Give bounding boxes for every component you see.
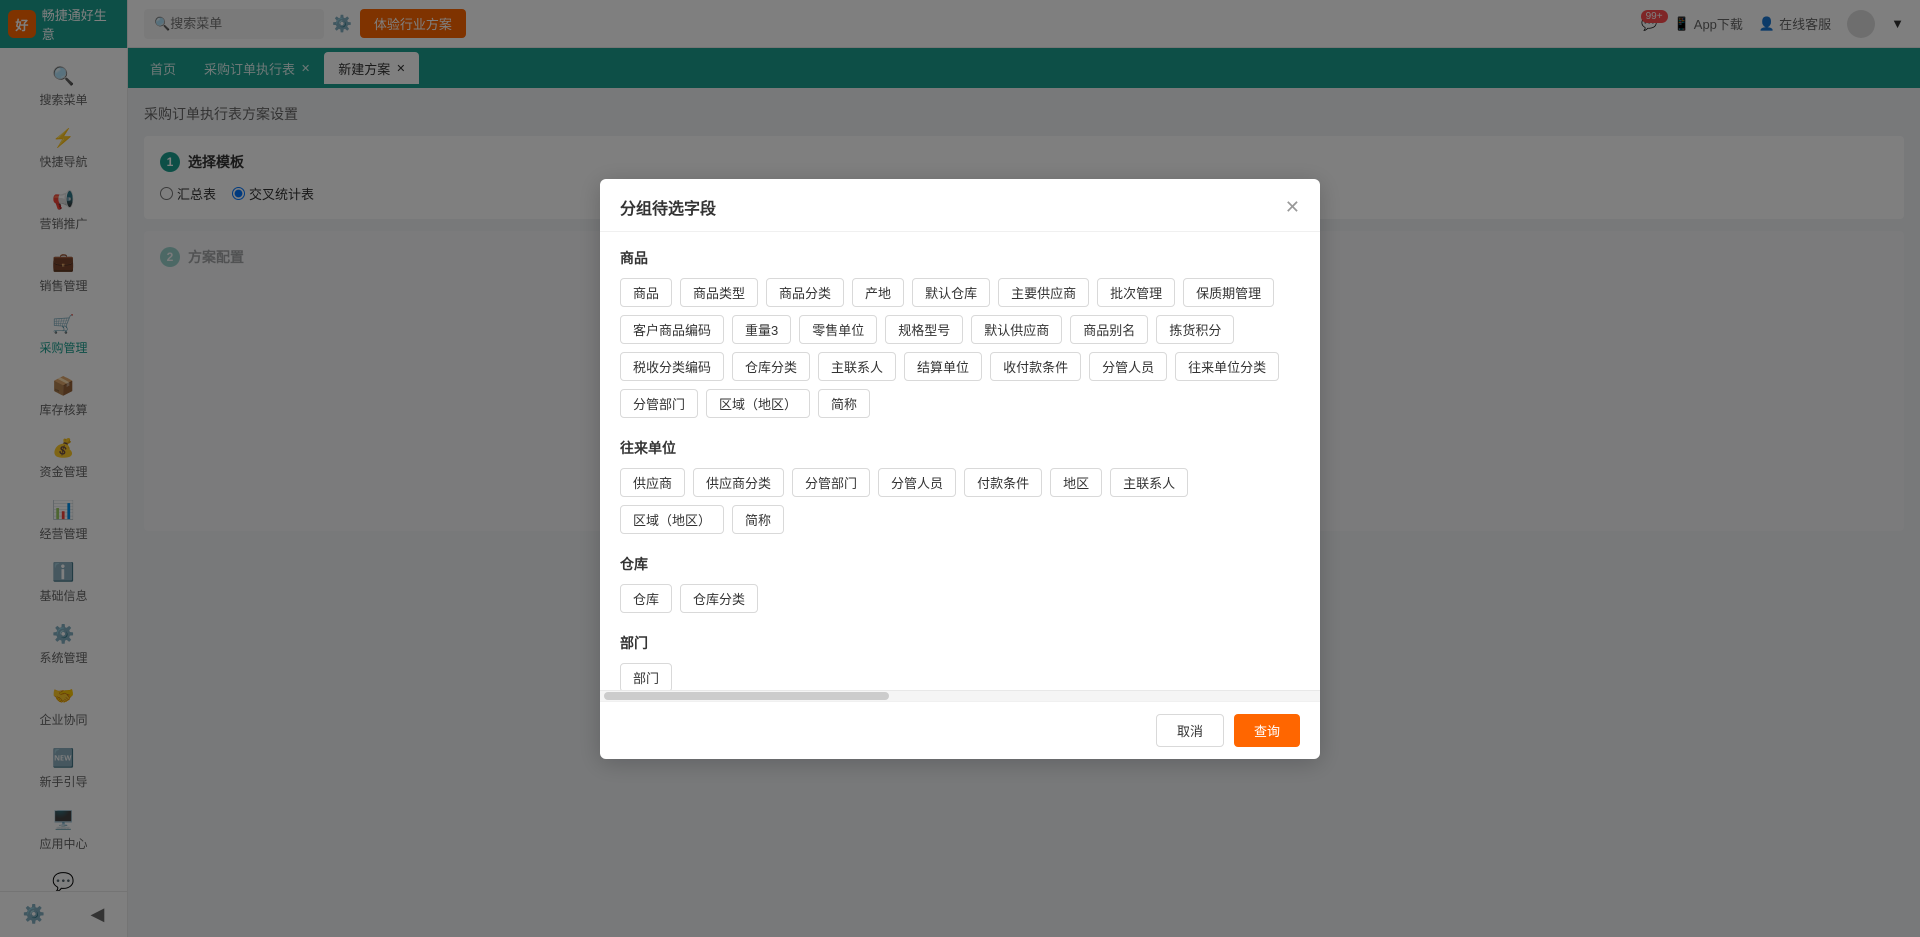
field-tag-0-2[interactable]: 商品分类 (766, 278, 844, 307)
field-tags-0: 商品商品类型商品分类产地默认仓库主要供应商批次管理保质期管理客户商品编码重量3 零… (620, 278, 1300, 418)
field-tags-2: 仓库仓库分类 (620, 584, 1300, 613)
field-tag-0-10[interactable]: 零售单位 (799, 315, 877, 344)
section-0: 商品商品商品类型商品分类产地默认仓库主要供应商批次管理保质期管理客户商品编码重量… (620, 248, 1300, 418)
field-tag-0-3[interactable]: 产地 (852, 278, 904, 307)
field-tags-3: 部门 (620, 663, 1300, 690)
field-tag-0-23[interactable]: 区域（地区） (706, 389, 810, 418)
field-tag-1-4[interactable]: 付款条件 (964, 468, 1042, 497)
modal-title: 分组待选字段 (620, 195, 716, 219)
field-tag-1-1[interactable]: 供应商分类 (693, 468, 784, 497)
field-tag-0-6[interactable]: 批次管理 (1097, 278, 1175, 307)
field-tag-0-7[interactable]: 保质期管理 (1183, 278, 1274, 307)
field-tag-2-1[interactable]: 仓库分类 (680, 584, 758, 613)
field-tag-0-8[interactable]: 客户商品编码 (620, 315, 724, 344)
field-tags-1: 供应商供应商分类分管部门分管人员付款条件地区主联系人区域（地区） 简称 (620, 468, 1300, 534)
section-title-3: 部门 (620, 633, 1300, 653)
field-tag-3-0[interactable]: 部门 (620, 663, 672, 690)
field-tag-2-0[interactable]: 仓库 (620, 584, 672, 613)
field-tag-1-0[interactable]: 供应商 (620, 468, 685, 497)
modal-body: 商品商品商品类型商品分类产地默认仓库主要供应商批次管理保质期管理客户商品编码重量… (600, 232, 1320, 690)
field-tag-0-1[interactable]: 商品类型 (680, 278, 758, 307)
section-2: 仓库仓库仓库分类 (620, 554, 1300, 613)
field-tag-0-16[interactable]: 仓库分类 (732, 352, 810, 381)
field-tag-0-24[interactable]: 简称 (818, 389, 870, 418)
field-tag-1-6[interactable]: 主联系人 (1110, 468, 1188, 497)
field-tag-0-20[interactable]: 分管人员 (1089, 352, 1167, 381)
modal-header: 分组待选字段 ✕ (600, 179, 1320, 232)
field-tag-1-2[interactable]: 分管部门 (792, 468, 870, 497)
field-tag-1-3[interactable]: 分管人员 (878, 468, 956, 497)
modal-footer: 取消 查询 (600, 701, 1320, 759)
field-tag-1-7[interactable]: 区域（地区） (620, 505, 724, 534)
section-title-2: 仓库 (620, 554, 1300, 574)
section-1: 往来单位供应商供应商分类分管部门分管人员付款条件地区主联系人区域（地区） 简称 (620, 438, 1300, 534)
modal-overlay: 分组待选字段 ✕ 商品商品商品类型商品分类产地默认仓库主要供应商批次管理保质期管… (0, 0, 1920, 937)
field-tag-0-15[interactable]: 税收分类编码 (620, 352, 724, 381)
field-tag-0-22[interactable]: 分管部门 (620, 389, 698, 418)
modal-close-button[interactable]: ✕ (1285, 198, 1300, 216)
section-title-1: 往来单位 (620, 438, 1300, 458)
field-tag-0-12[interactable]: 默认供应商 (971, 315, 1062, 344)
section-title-0: 商品 (620, 248, 1300, 268)
hscroll-bar (604, 692, 889, 700)
field-tag-0-11[interactable]: 规格型号 (885, 315, 963, 344)
section-3: 部门部门 (620, 633, 1300, 690)
field-tag-0-21[interactable]: 往来单位分类 (1175, 352, 1279, 381)
field-tag-0-14[interactable]: 拣货积分 (1156, 315, 1234, 344)
cancel-button[interactable]: 取消 (1156, 714, 1224, 747)
modal: 分组待选字段 ✕ 商品商品商品类型商品分类产地默认仓库主要供应商批次管理保质期管… (600, 179, 1320, 759)
field-tag-1-5[interactable]: 地区 (1050, 468, 1102, 497)
field-tag-0-9[interactable]: 重量3 (732, 315, 791, 344)
field-tag-1-8[interactable]: 简称 (732, 505, 784, 534)
confirm-button[interactable]: 查询 (1234, 714, 1300, 747)
field-tag-0-18[interactable]: 结算单位 (904, 352, 982, 381)
field-tag-0-13[interactable]: 商品别名 (1070, 315, 1148, 344)
modal-hscroll (600, 690, 1320, 701)
field-tag-0-4[interactable]: 默认仓库 (912, 278, 990, 307)
field-tag-0-0[interactable]: 商品 (620, 278, 672, 307)
field-tag-0-19[interactable]: 收付款条件 (990, 352, 1081, 381)
field-tag-0-5[interactable]: 主要供应商 (998, 278, 1089, 307)
field-tag-0-17[interactable]: 主联系人 (818, 352, 896, 381)
